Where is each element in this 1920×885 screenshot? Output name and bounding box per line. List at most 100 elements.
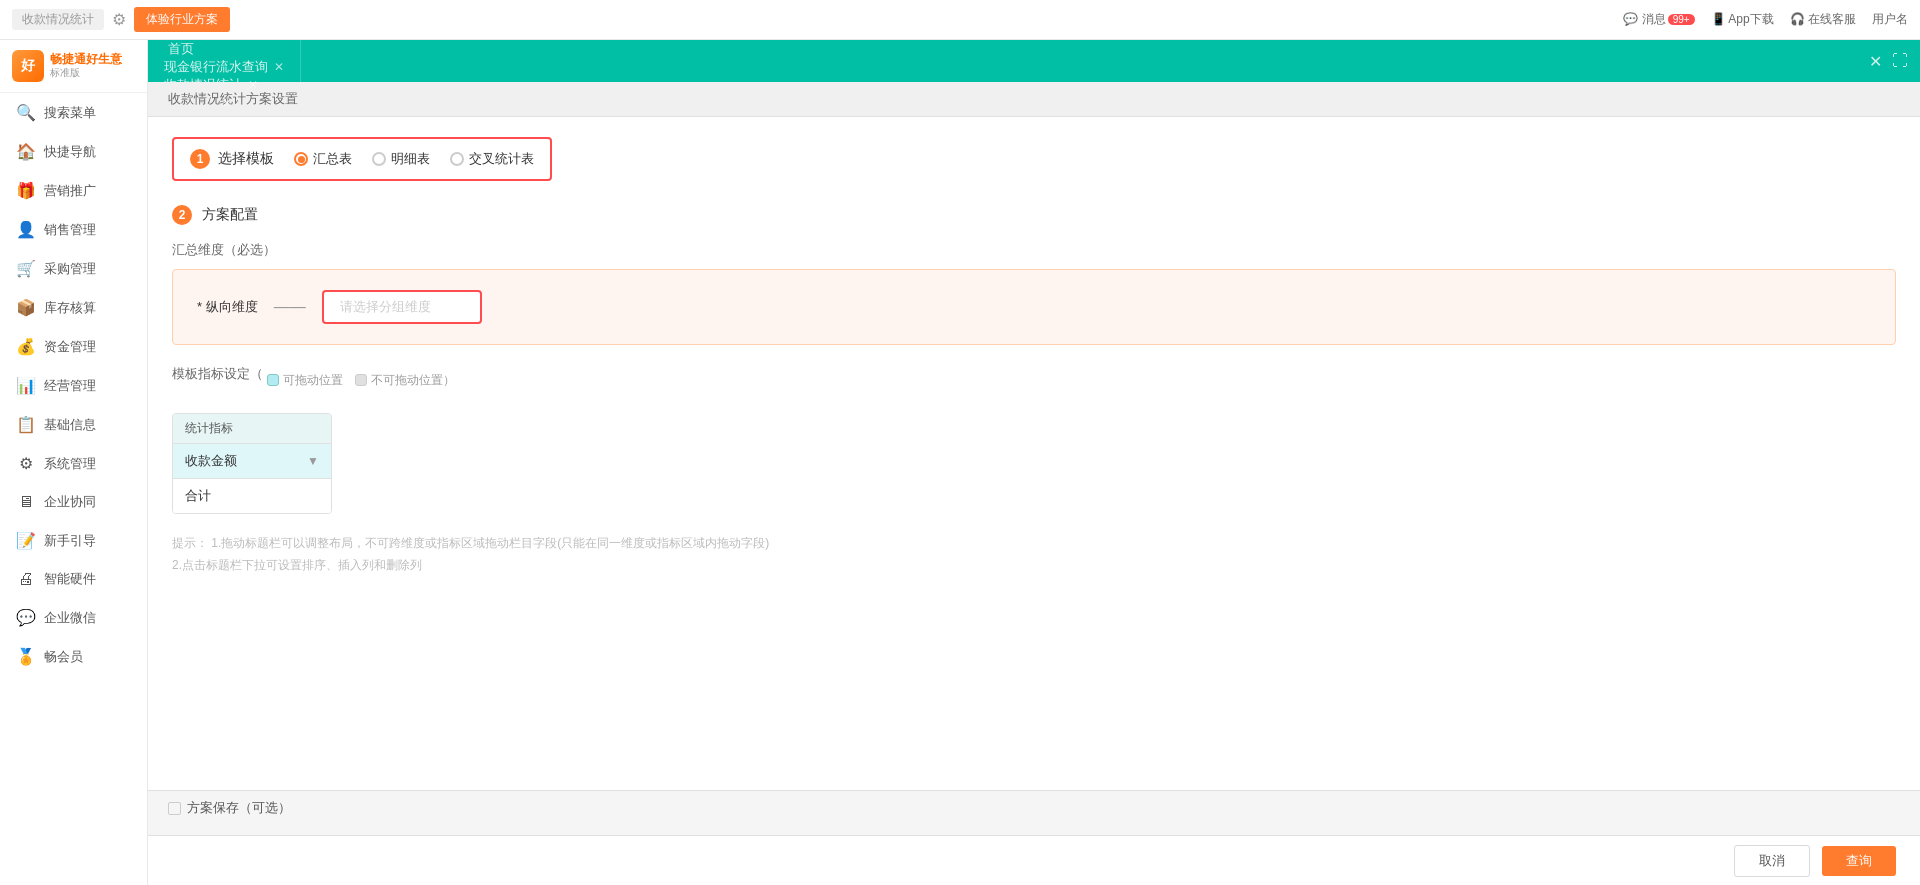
user-info[interactable]: 用户名 (1872, 11, 1908, 28)
sidebar-label-guide: 新手引导 (44, 532, 96, 550)
dimension-select[interactable]: 请选择分组维度 (322, 290, 482, 324)
radio-summary-label: 汇总表 (313, 150, 352, 168)
sidebar-item-system[interactable]: ⚙ 系统管理 (0, 444, 147, 483)
metrics-header-row: 模板指标设定（ 可拖动位置 不可拖动位置） (172, 365, 1896, 395)
step1-section: 1 选择模板 汇总表 明细表 (172, 137, 1896, 181)
sidebar-item-wechat[interactable]: 💬企业微信 (0, 598, 147, 637)
dimension-config-label: 汇总维度（必选） (172, 241, 1896, 259)
trial-button[interactable]: 体验行业方案 (134, 7, 230, 32)
top-bar-right: 💬 消息99+ 📱 App下载 🎧 在线客服 用户名 (1623, 11, 1908, 28)
form-body: 1 选择模板 汇总表 明细表 (148, 117, 1920, 790)
sidebar-item-search[interactable]: 🔍搜索菜单 (0, 93, 147, 132)
dimension-row: * 纵向维度 —— 请选择分组维度 (197, 290, 1871, 324)
tab-home[interactable]: 首页 (148, 40, 301, 58)
sidebar-item-purchase[interactable]: 🛒采购管理 (0, 249, 147, 288)
tabs-container: 首页现金银行流水查询✕收款情况统计✕新建方案✕ (148, 40, 301, 82)
cell-dropdown-icon[interactable]: ▼ (307, 454, 319, 468)
sidebar-item-inventory[interactable]: 📦库存核算 (0, 288, 147, 327)
message-label[interactable]: 💬 消息99+ (1623, 11, 1694, 28)
metrics-total: 合计 (173, 479, 331, 513)
hardware-icon: 🖨 (16, 570, 36, 588)
tab-close-cashflow[interactable]: ✕ (274, 60, 284, 74)
tip-1: 提示： 1.拖动标题栏可以调整布局，不可跨维度或指标区域拖动栏目字段(只能在同一… (172, 533, 1896, 555)
operation-icon: 📊 (16, 376, 36, 395)
sidebar-item-collab[interactable]: 🖥 企业协同 (0, 483, 147, 521)
metrics-cell-amount[interactable]: 收款金额 ▼ (173, 444, 331, 479)
sidebar-item-nav[interactable]: 🏠 快捷导航 (0, 132, 147, 171)
page-footer: 方案保存（可选） (148, 790, 1920, 825)
page-header: 收款情况统计方案设置 (148, 82, 1920, 117)
content-area: 首页现金银行流水查询✕收款情况统计✕新建方案✕ ✕ ⛶ 收款情况统计方案设置 1… (148, 40, 1920, 885)
tip-2: 2.点击标题栏下拉可设置排序、插入列和删除列 (172, 555, 1896, 577)
tab-label-cashflow: 现金银行流水查询 (164, 58, 268, 76)
online-service[interactable]: 🎧 在线客服 (1790, 11, 1856, 28)
tab-cashflow[interactable]: 现金银行流水查询 ✕ (148, 58, 301, 76)
radio-detail[interactable]: 明细表 (372, 150, 430, 168)
bottom-bar: 取消 查询 (148, 835, 1920, 885)
radio-summary[interactable]: 汇总表 (294, 150, 352, 168)
template-box: 1 选择模板 汇总表 明细表 (172, 137, 552, 181)
logo-text: 畅捷通好生意 (50, 52, 122, 66)
sidebar-label-member: 畅会员 (44, 648, 83, 666)
sidebar-item-guide[interactable]: 📝 新手引导 (0, 521, 147, 560)
metrics-label: 模板指标设定（ (172, 365, 263, 383)
sidebar-label-system: 系统管理 (44, 455, 96, 473)
guide-icon: 📝 (16, 531, 36, 550)
logo-icon: 好 (12, 50, 44, 82)
query-button[interactable]: 查询 (1822, 846, 1896, 876)
metrics-table-header: 统计指标 (173, 414, 331, 444)
finance-icon: 💰 (16, 337, 36, 356)
nav-icon: 🏠 (16, 142, 36, 161)
sales-icon: 👤 (16, 220, 36, 239)
app-download[interactable]: 📱 App下载 (1711, 11, 1774, 28)
sidebar-label-collab: 企业协同 (44, 493, 96, 511)
radio-cross[interactable]: 交叉统计表 (450, 150, 534, 168)
dimension-area: * 纵向维度 —— 请选择分组维度 (172, 269, 1896, 345)
cancel-button[interactable]: 取消 (1734, 845, 1810, 877)
logo-tag: 标准版 (50, 66, 122, 80)
radio-cross-circle (450, 152, 464, 166)
sidebar-label-inventory: 库存核算 (44, 299, 96, 317)
radio-detail-circle (372, 152, 386, 166)
vertical-dimension-label: * 纵向维度 (197, 298, 258, 316)
tab-bar: 首页现金银行流水查询✕收款情况统计✕新建方案✕ ✕ ⛶ (148, 40, 1920, 82)
sidebar-label-finance: 资金管理 (44, 338, 96, 356)
sidebar-items: 🔍搜索菜单 🏠 快捷导航 🎁营销推广👤销售管理🛒采购管理📦库存核算 💰 资金管理 📊经营管理… (0, 93, 147, 676)
system-icon: ⚙ (16, 454, 36, 473)
nodrag-dot (355, 374, 367, 386)
logo-text-block: 畅捷通好生意 标准版 (50, 52, 122, 80)
sidebar-item-finance[interactable]: 💰 资金管理 (0, 327, 147, 366)
sidebar-item-member[interactable]: 🏅畅会员 (0, 637, 147, 676)
step2-title: 方案配置 (202, 206, 258, 224)
breadcrumb: 收款情况统计 (12, 9, 104, 30)
gear-icon[interactable]: ⚙ (112, 10, 126, 29)
top-bar: 收款情况统计 ⚙ 体验行业方案 💬 消息99+ 📱 App下载 🎧 在线客服 用… (0, 0, 1920, 40)
collab-icon: 🖥 (16, 493, 36, 511)
sidebar-item-basic[interactable]: 📋基础信息 (0, 405, 147, 444)
top-bar-left: 收款情况统计 ⚙ 体验行业方案 (12, 7, 230, 32)
step1-number: 1 (190, 149, 210, 169)
template-radio-group: 汇总表 明细表 交叉统计表 (294, 150, 534, 168)
tab-close-receipts[interactable]: ✕ (248, 78, 258, 92)
radio-detail-label: 明细表 (391, 150, 430, 168)
save-label: 方案保存（可选） (187, 799, 291, 817)
receipt-amount-label: 收款金额 (185, 452, 237, 470)
sidebar-item-operation[interactable]: 📊经营管理 (0, 366, 147, 405)
tab-expand-icon[interactable]: ⛶ (1892, 52, 1908, 70)
tab-label-home: 首页 (168, 40, 194, 58)
save-check[interactable]: 方案保存（可选） (168, 799, 291, 817)
metrics-table: 统计指标 收款金额 ▼ 合计 (172, 413, 332, 514)
save-checkbox[interactable] (168, 802, 181, 815)
sidebar-label-wechat: 企业微信 (44, 609, 96, 627)
sidebar-item-marketing[interactable]: 🎁营销推广 (0, 171, 147, 210)
step1-title: 选择模板 (218, 150, 274, 168)
tab-close-new[interactable]: ✕ (222, 96, 232, 110)
tab-close-icon[interactable]: ✕ (1869, 52, 1882, 71)
metrics-section: 模板指标设定（ 可拖动位置 不可拖动位置） 统计指标 收款金额 ▼ (172, 365, 1896, 517)
sidebar-item-hardware[interactable]: 🖨智能硬件 (0, 560, 147, 598)
radio-summary-circle (294, 152, 308, 166)
search-icon: 🔍 (16, 103, 36, 122)
sidebar-label-basic: 基础信息 (44, 416, 96, 434)
sidebar-item-sales[interactable]: 👤销售管理 (0, 210, 147, 249)
sidebar-label-nav: 快捷导航 (44, 143, 96, 161)
